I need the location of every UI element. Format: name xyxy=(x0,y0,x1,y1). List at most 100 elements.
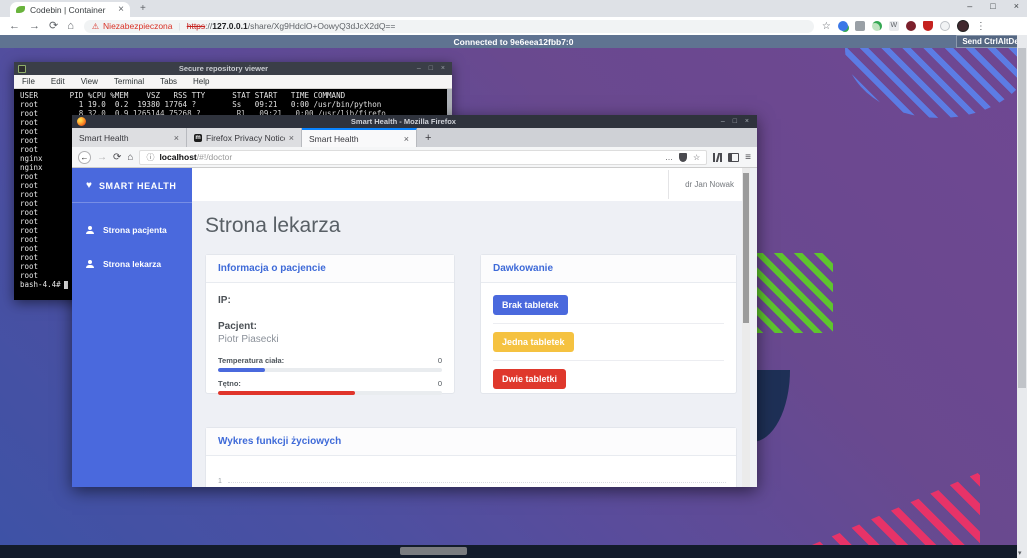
app-brand-label: SMART HEALTH xyxy=(98,180,177,191)
firefox-tab-label: Firefox Privacy Notice — Mo xyxy=(206,132,285,143)
chrome-tab-title: Codebin | Container xyxy=(30,4,106,15)
chrome-new-tab-button[interactable]: + xyxy=(140,4,146,14)
remote-desktop: Secure repository viewer – □ × File Edit… xyxy=(0,48,1027,545)
url-scheme: https xyxy=(186,21,206,31)
bottom-bar-handle[interactable] xyxy=(400,547,467,555)
firefox-navbar: ← → ⟳ ⌂ ⓘ localhost/#!/doctor … ☆ ≡ xyxy=(72,147,757,168)
terminal-menubar: File Edit View Terminal Tabs Help xyxy=(14,75,452,89)
firefox-tab-3-active[interactable]: Smart Health × xyxy=(302,128,417,147)
scrollbar-down-arrow-icon[interactable]: ▾ xyxy=(1018,549,1022,557)
firefox-menu-icon[interactable]: ≡ xyxy=(745,152,751,163)
terminal-app-icon xyxy=(18,64,26,73)
chrome-maximize-button[interactable]: □ xyxy=(990,1,995,11)
tab-close-icon[interactable]: × xyxy=(404,134,409,144)
url-divider: | xyxy=(178,21,181,31)
divider xyxy=(493,323,724,324)
shield-extension-icon[interactable] xyxy=(922,21,933,31)
app-scrollbar-thumb[interactable] xyxy=(743,173,749,323)
ps-header-row: USER PID %CPU %MEM VSZ RSS TTY STAT STAR… xyxy=(20,91,346,100)
logged-in-user[interactable]: dr Jan Nowak xyxy=(668,170,750,199)
extension-icon-5[interactable] xyxy=(905,21,916,31)
tab-close-icon[interactable]: × xyxy=(174,133,179,143)
firefox-home-icon[interactable]: ⌂ xyxy=(127,152,133,163)
chrome-url-bar[interactable]: ⚠ Niezabezpieczona | https://127.0.0.1/s… xyxy=(83,19,814,33)
app-brand[interactable]: ♥ SMART HEALTH xyxy=(72,168,192,203)
terminal-window-controls[interactable]: – □ × xyxy=(417,65,448,72)
patient-card-title: Informacja o pacjencie xyxy=(206,255,454,283)
terminal-menu-edit[interactable]: Edit xyxy=(43,77,73,86)
camera-extension-icon[interactable] xyxy=(854,21,865,31)
tab-close-icon[interactable]: × xyxy=(289,133,294,143)
home-icon[interactable]: ⌂ xyxy=(67,20,74,32)
firefox-window[interactable]: Smart Health - Mozilla Firefox – □ × Sma… xyxy=(72,115,757,487)
chrome-toolbar: ← → ⟳ ⌂ ⚠ Niezabezpieczona | https://127… xyxy=(0,17,1027,35)
one-pill-button[interactable]: Jedna tabletek xyxy=(493,332,574,352)
temperature-meter-fill xyxy=(218,368,266,372)
extension-icon-7[interactable] xyxy=(939,21,950,31)
smart-health-page: ♥ SMART HEALTH Strona pacjenta Strona le… xyxy=(72,168,757,487)
extension-icon-1[interactable] xyxy=(837,21,848,31)
dosage-card: Dawkowanie Brak tabletek Jedna tabletek … xyxy=(480,254,737,394)
terminal-menu-file[interactable]: File xyxy=(14,77,43,86)
firefox-tab-label: Smart Health xyxy=(309,133,359,144)
temperature-label: Temperatura ciała: xyxy=(218,356,285,365)
medium-favicon-icon: m xyxy=(194,133,202,142)
two-pills-button[interactable]: Dwie tabletki xyxy=(493,369,567,389)
firefox-tab-2[interactable]: m Firefox Privacy Notice — Mo × xyxy=(187,128,302,147)
library-icon[interactable] xyxy=(713,152,723,162)
security-warning-label: Niezabezpieczona xyxy=(103,21,173,31)
no-pills-button[interactable]: Brak tabletek xyxy=(493,295,568,315)
app-scrollbar[interactable] xyxy=(742,168,750,487)
chrome-tab-codebin[interactable]: Codebin | Container × xyxy=(10,2,130,17)
reload-icon[interactable]: ⟳ xyxy=(49,20,58,32)
extension-icon-3[interactable] xyxy=(871,21,882,31)
tracking-protection-shield-icon[interactable] xyxy=(678,152,687,162)
doctor-icon xyxy=(86,260,94,268)
forward-icon[interactable]: → xyxy=(29,20,40,32)
w-extension-icon[interactable]: W xyxy=(888,21,899,31)
heart-icon: ♥ xyxy=(86,180,92,191)
patient-name: Piotr Piasecki xyxy=(218,334,279,345)
firefox-titlebar[interactable]: Smart Health - Mozilla Firefox – □ × xyxy=(72,115,757,128)
chrome-close-button[interactable]: × xyxy=(1014,1,1019,11)
security-warning-icon[interactable]: ⚠ xyxy=(92,22,99,31)
firefox-reload-icon[interactable]: ⟳ xyxy=(113,152,121,163)
patient-icon xyxy=(86,226,94,234)
tab-close-icon[interactable]: × xyxy=(118,4,124,15)
firefox-url-bar[interactable]: ⓘ localhost/#!/doctor … ☆ xyxy=(139,149,708,165)
chart-axis-tick: 1 xyxy=(218,478,222,485)
terminal-titlebar[interactable]: Secure repository viewer – □ × xyxy=(14,62,452,75)
ps-row: root 1 19.0 0.2 19380 17764 ? Ss 09:21 0… xyxy=(20,100,382,109)
firefox-url-host: localhost xyxy=(159,152,197,162)
browser-page-scrollbar-thumb[interactable] xyxy=(1018,48,1026,388)
page-actions-icon[interactable]: … xyxy=(665,153,673,162)
browser-page-scrollbar[interactable]: ▾ xyxy=(1017,35,1027,558)
firefox-window-controls[interactable]: – □ × xyxy=(721,118,752,125)
url-path: /share/Xg9HdclO+OowyQ3dJcX2dQ== xyxy=(247,21,396,31)
decoration-navy-shape xyxy=(752,370,790,442)
terminal-menu-tabs[interactable]: Tabs xyxy=(152,77,185,86)
firefox-new-tab-button[interactable]: + xyxy=(417,128,439,147)
sidebar-item-strona-pacjenta[interactable]: Strona pacjenta xyxy=(72,213,192,247)
bookmark-star-icon[interactable]: ☆ xyxy=(822,21,831,32)
bookmark-star-icon[interactable]: ☆ xyxy=(693,153,700,162)
sidebar-toggle-icon[interactable] xyxy=(728,152,740,162)
terminal-menu-view[interactable]: View xyxy=(73,77,106,86)
chrome-menu-icon[interactable]: ⋮ xyxy=(976,21,986,32)
chrome-minimize-button[interactable]: – xyxy=(967,1,972,11)
profile-avatar[interactable] xyxy=(956,20,969,32)
chart-gridline xyxy=(228,482,726,483)
firefox-forward-icon[interactable]: → xyxy=(97,152,107,163)
vitals-chart-card: Wykres funkcji życiowych 1 xyxy=(205,427,737,487)
sidebar-item-strona-lekarza[interactable]: Strona lekarza xyxy=(72,247,192,281)
firefox-url-text: localhost/#!/doctor xyxy=(159,152,232,162)
page-info-icon[interactable]: ⓘ xyxy=(146,152,154,163)
patient-label: Pacjent: xyxy=(218,321,257,332)
app-sidebar: ♥ SMART HEALTH Strona pacjenta Strona le… xyxy=(72,168,192,487)
terminal-menu-help[interactable]: Help xyxy=(185,77,217,86)
firefox-back-icon[interactable]: ← xyxy=(78,150,91,164)
firefox-tab-1[interactable]: Smart Health × xyxy=(72,128,187,147)
back-icon[interactable]: ← xyxy=(9,20,20,32)
temperature-meter xyxy=(218,368,442,372)
terminal-menu-terminal[interactable]: Terminal xyxy=(106,77,152,86)
